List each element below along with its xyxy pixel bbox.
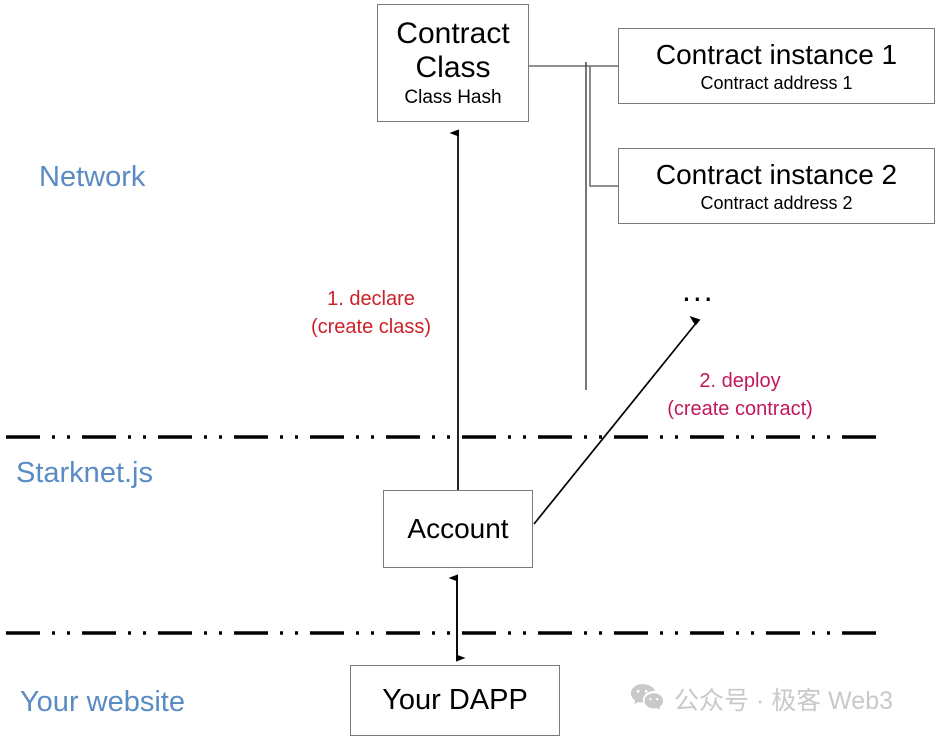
step-label-declare: 1. declare (create class): [310, 288, 432, 338]
node-contract-class-subtitle: Class Hash: [404, 87, 502, 109]
node-your-dapp[interactable]: Your DAPP: [350, 665, 560, 736]
wechat-icon: [630, 683, 664, 716]
node-your-dapp-title: Your DAPP: [382, 684, 528, 717]
node-contract-instance-2-address: Contract address 2: [700, 192, 853, 213]
connector-class-to-instance-2: [589, 66, 618, 187]
zone-label-network: Network: [39, 161, 146, 193]
zone-label-starknet: Starknet.js: [16, 457, 153, 489]
ellipsis-more-instances: ...: [682, 272, 715, 308]
node-account[interactable]: Account: [383, 490, 533, 568]
node-contract-instance-2[interactable]: Contract instance 2 Contract address 2: [618, 148, 935, 224]
zone-label-your-website: Your website: [20, 686, 185, 718]
node-contract-instance-2-title: Contract instance 2: [655, 159, 898, 191]
step-label-deploy: 2. deploy (create contract): [667, 370, 813, 420]
node-contract-class-title: Contract Class: [396, 17, 510, 84]
diagram-canvas: Network Starknet.js Your website Contrac…: [0, 0, 939, 741]
node-contract-instance-1-title: Contract instance 1: [655, 39, 898, 71]
node-contract-instance-1-address: Contract address 1: [700, 72, 853, 93]
watermark-text: 公众号 · 极客 Web3: [674, 687, 894, 715]
node-contract-instance-1[interactable]: Contract instance 1 Contract address 1: [618, 28, 935, 104]
node-contract-class[interactable]: Contract Class Class Hash: [377, 4, 529, 122]
node-account-title: Account: [407, 513, 509, 545]
watermark: 公众号 · 极客 Web3: [630, 681, 893, 717]
